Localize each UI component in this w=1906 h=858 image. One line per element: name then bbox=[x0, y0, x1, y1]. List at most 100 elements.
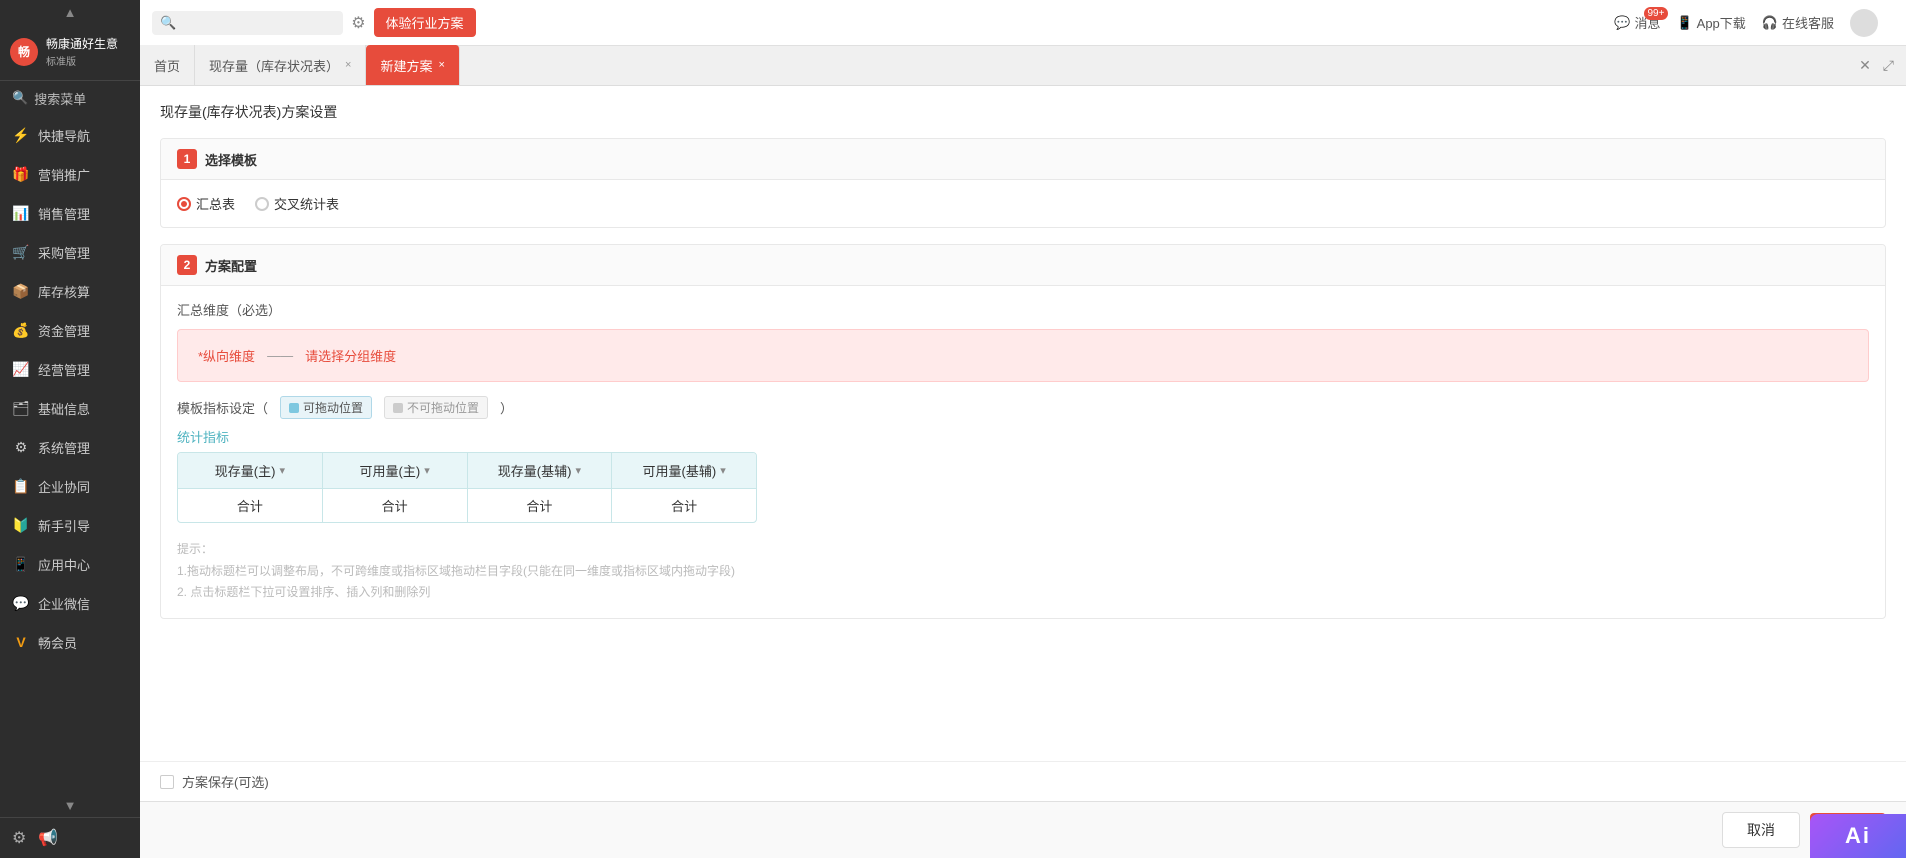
tip-1: 1.拖动标题栏可以调整布局，不可跨维度或指标区域拖动栏目字段(只能在同一维度或指… bbox=[177, 561, 1869, 583]
topbar-search-box[interactable]: 🔍 bbox=[152, 11, 343, 35]
settings-icon[interactable]: ⚙ bbox=[12, 828, 26, 848]
topbar-search-icon: 🔍 bbox=[160, 15, 176, 31]
cancel-button[interactable]: 取消 bbox=[1722, 812, 1800, 848]
stats-header-cell-1[interactable]: 可用量(主) ▾ bbox=[323, 453, 468, 488]
content: 现存量(库存状况表)方案设置 1 选择模板 汇总表 交叉统计 bbox=[140, 86, 1906, 761]
topbar-service-label: 在线客服 bbox=[1782, 13, 1834, 32]
sidebar-item-label: 系统管理 bbox=[38, 438, 90, 457]
stats-header-cell-2[interactable]: 现存量(基辅) ▾ bbox=[468, 453, 613, 488]
dim-required-label: *纵向维度 bbox=[198, 346, 255, 365]
msg-badge: 99+ bbox=[1644, 7, 1669, 20]
tab-inventory-status[interactable]: 现存量（库存状况表） × bbox=[195, 45, 366, 85]
template-settings-prefix: 模板指标设定（ bbox=[177, 398, 268, 417]
sidebar-item-purchase[interactable]: 🛒 采购管理 bbox=[0, 233, 140, 272]
save-label: 方案保存(可选) bbox=[182, 772, 269, 791]
template-radio-group: 汇总表 交叉统计表 bbox=[177, 194, 1869, 213]
sidebar-item-new-guide[interactable]: 🔰 新手引导 bbox=[0, 506, 140, 545]
sidebar-search[interactable]: 🔍 搜索菜单 bbox=[0, 81, 140, 116]
sidebar-scroll-down[interactable]: ▼ bbox=[0, 793, 140, 817]
speaker-icon[interactable]: 📢 bbox=[38, 828, 58, 848]
topbar-app[interactable]: 📱 App下载 bbox=[1676, 13, 1745, 32]
tab-new-scheme-close[interactable]: × bbox=[438, 59, 444, 71]
vip-icon: V bbox=[12, 633, 30, 651]
sidebar-item-label: 经营管理 bbox=[38, 360, 90, 379]
sidebar-item-quick-nav[interactable]: ⚡ 快捷导航 bbox=[0, 116, 140, 155]
topbar-gear-icon[interactable]: ⚙ bbox=[351, 13, 365, 33]
radio-summary-label: 汇总表 bbox=[196, 194, 235, 213]
sidebar-nav: 🔍 搜索菜单 ⚡ 快捷导航 🎁 营销推广 📊 销售管理 🛒 采购管理 📦 库存核… bbox=[0, 81, 140, 793]
chevron-down-icon-0[interactable]: ▾ bbox=[279, 464, 285, 477]
expand-icon[interactable]: ⤢ bbox=[1879, 55, 1898, 76]
sidebar-item-label: 新手引导 bbox=[38, 516, 90, 535]
draggable-label: 可拖动位置 bbox=[303, 399, 363, 416]
radio-summary-circle bbox=[177, 197, 191, 211]
chevron-down-icon-2[interactable]: ▾ bbox=[575, 464, 581, 477]
sidebar-item-wechat[interactable]: 💬 企业微信 bbox=[0, 584, 140, 623]
section-choose-template: 1 选择模板 汇总表 交叉统计表 bbox=[160, 138, 1886, 228]
topbar-service[interactable]: 🎧 在线客服 bbox=[1762, 13, 1834, 32]
close-panel-icon[interactable]: ✕ bbox=[1855, 55, 1875, 76]
tab-new-scheme[interactable]: 新建方案 × bbox=[366, 45, 459, 85]
system-icon: ⚙ bbox=[12, 438, 30, 456]
dim-arrow: —— bbox=[267, 348, 293, 363]
ai-badge[interactable]: Ai bbox=[1810, 814, 1906, 858]
main-area: 🔍 ⚙ 体验行业方案 💬 消息 99+ 📱 App下载 🎧 在线客服 bbox=[140, 0, 1906, 858]
stats-header-cell-3[interactable]: 可用量(基辅) ▾ bbox=[612, 453, 756, 488]
non-draggable-label: 不可拖动位置 bbox=[407, 399, 479, 416]
topbar-search-input[interactable] bbox=[180, 16, 335, 30]
sidebar-item-label: 库存核算 bbox=[38, 282, 90, 301]
stats-body-cell-0-2: 合计 bbox=[468, 489, 613, 522]
chevron-down-icon-3[interactable]: ▾ bbox=[720, 464, 726, 477]
draggable-dot bbox=[289, 403, 299, 413]
sidebar-item-label: 应用中心 bbox=[38, 555, 90, 574]
operations-icon: 📈 bbox=[12, 360, 30, 378]
basic-info-icon: 🗂 bbox=[12, 399, 30, 417]
sidebar-item-inventory[interactable]: 📦 库存核算 bbox=[0, 272, 140, 311]
avatar bbox=[1850, 9, 1878, 37]
content-wrapper: 现存量(库存状况表)方案设置 1 选择模板 汇总表 交叉统计 bbox=[140, 86, 1906, 858]
wechat-icon: 💬 bbox=[12, 594, 30, 612]
chevron-down-icon-1[interactable]: ▾ bbox=[424, 464, 430, 477]
section2-body: 汇总维度（必选） *纵向维度 —— 请选择分组维度 模板指标设定（ bbox=[161, 286, 1885, 618]
sidebar-item-app-center[interactable]: 📱 应用中心 bbox=[0, 545, 140, 584]
tips-area: 提示： 1.拖动标题栏可以调整布局，不可跨维度或指标区域拖动栏目字段(只能在同一… bbox=[177, 539, 1869, 604]
step2-title: 方案配置 bbox=[205, 256, 257, 275]
sidebar: ▲ 畅 畅康通好生意 标准版 🔍 搜索菜单 ⚡ 快捷导航 🎁 营销推广 📊 销售… bbox=[0, 0, 140, 858]
radio-cross-label: 交叉统计表 bbox=[274, 194, 339, 213]
headset-icon: 🎧 bbox=[1762, 15, 1778, 31]
marketing-icon: 🎁 bbox=[12, 165, 30, 183]
step1-badge: 1 bbox=[177, 149, 197, 169]
step2-badge: 2 bbox=[177, 255, 197, 275]
radio-cross-circle bbox=[255, 197, 269, 211]
non-draggable-badge: 不可拖动位置 bbox=[384, 396, 488, 419]
tip-2: 2. 点击标题栏下拉可设置排序、插入列和删除列 bbox=[177, 582, 1869, 604]
stats-col2-label: 现存量(基辅) bbox=[498, 461, 572, 480]
trial-btn[interactable]: 体验行业方案 bbox=[374, 8, 476, 37]
radio-cross[interactable]: 交叉统计表 bbox=[255, 194, 339, 213]
sidebar-item-system[interactable]: ⚙ 系统管理 bbox=[0, 428, 140, 467]
sidebar-item-operations[interactable]: 📈 经营管理 bbox=[0, 350, 140, 389]
sidebar-item-marketing[interactable]: 🎁 营销推广 bbox=[0, 155, 140, 194]
sidebar-item-finance[interactable]: 💰 资金管理 bbox=[0, 311, 140, 350]
sidebar-item-basic-info[interactable]: 🗂 基础信息 bbox=[0, 389, 140, 428]
dim-area[interactable]: *纵向维度 —— 请选择分组维度 bbox=[177, 329, 1869, 382]
dim-label: 汇总维度（必选） bbox=[177, 300, 1869, 319]
topbar-msg[interactable]: 💬 消息 99+ bbox=[1614, 13, 1660, 32]
sidebar-scroll-up[interactable]: ▲ bbox=[0, 0, 140, 24]
sidebar-item-sales[interactable]: 📊 销售管理 bbox=[0, 194, 140, 233]
stats-header-row: 现存量(主) ▾ 可用量(主) ▾ 现存量(基辅) ▾ bbox=[178, 453, 756, 488]
stats-section-label: 统计指标 bbox=[177, 427, 1869, 446]
dim-placeholder[interactable]: 请选择分组维度 bbox=[305, 346, 396, 365]
sidebar-item-vip[interactable]: V 畅会员 bbox=[0, 623, 140, 662]
tab-inventory-status-close[interactable]: × bbox=[345, 59, 351, 71]
tab-home[interactable]: 首页 bbox=[140, 45, 195, 85]
save-checkbox[interactable] bbox=[160, 775, 174, 789]
enterprise-icon: 📋 bbox=[12, 477, 30, 495]
sidebar-item-label: 企业协同 bbox=[38, 477, 90, 496]
stats-col1-label: 可用量(主) bbox=[360, 461, 421, 480]
radio-summary[interactable]: 汇总表 bbox=[177, 194, 235, 213]
stats-header-cell-0[interactable]: 现存量(主) ▾ bbox=[178, 453, 323, 488]
sidebar-item-label: 畅会员 bbox=[38, 633, 77, 652]
sidebar-item-enterprise[interactable]: 📋 企业协同 bbox=[0, 467, 140, 506]
app-center-icon: 📱 bbox=[12, 555, 30, 573]
